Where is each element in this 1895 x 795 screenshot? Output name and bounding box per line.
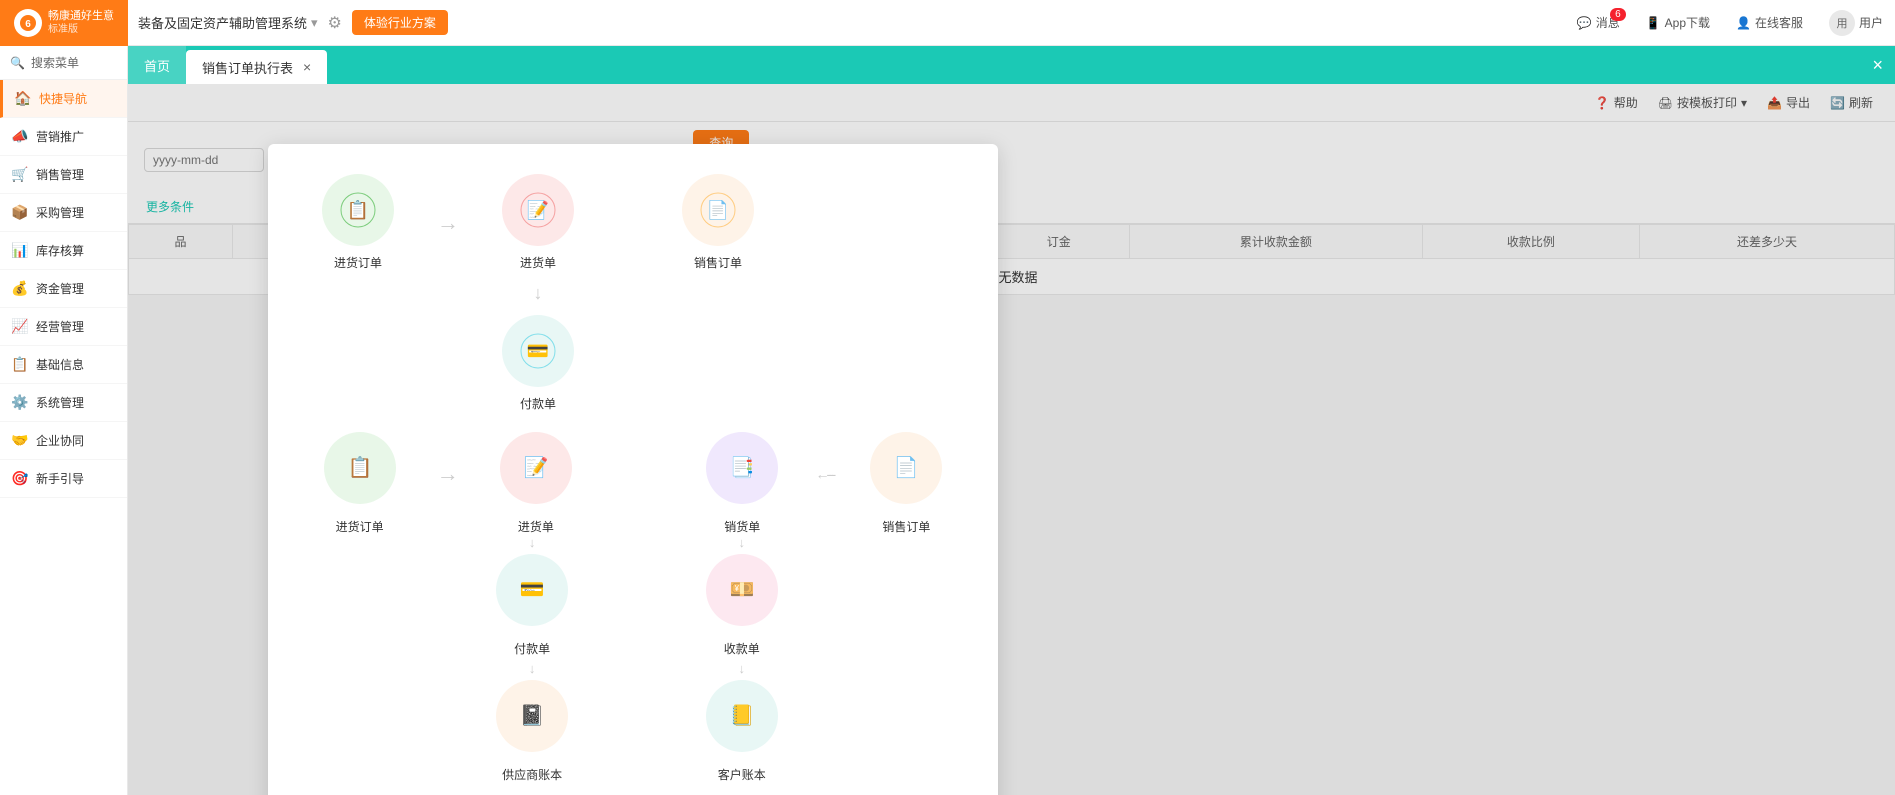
svg-text:📒: 📒 bbox=[729, 704, 754, 727]
tab-order-exec[interactable]: 销售订单执行表 × bbox=[186, 50, 327, 84]
download-icon: 📱 bbox=[1646, 16, 1661, 30]
sales-order-circle[interactable]: 📄 bbox=[682, 174, 754, 246]
operations-icon: 📈 bbox=[12, 319, 28, 335]
sidebar-item-basic-info[interactable]: 📋 基础信息 bbox=[0, 346, 127, 384]
arrow-purchase-order-to-bill: → bbox=[433, 210, 463, 236]
payment-bill-icon-2[interactable]: 💳 bbox=[496, 554, 568, 626]
app-logo-text: 畅康通好生意 标准版 bbox=[48, 9, 114, 36]
online-service-btn[interactable]: 👤 在线客服 bbox=[1736, 14, 1803, 31]
purchase-bill-circle[interactable]: 📝 bbox=[502, 174, 574, 246]
fn-sales-order: 📄 销售订单 bbox=[856, 432, 956, 535]
arrow-down-4: ↓ bbox=[692, 661, 792, 676]
sidebar-item-operations[interactable]: 📈 经营管理 bbox=[0, 308, 127, 346]
sidebar-item-sales[interactable]: 🛒 销售管理 bbox=[0, 156, 127, 194]
dropdown-icon: ▾ bbox=[311, 15, 318, 31]
arrow-down-2: ↓ bbox=[692, 535, 792, 550]
tab-bar-close-btn[interactable]: × bbox=[1872, 55, 1883, 76]
flow-node-purchase-order: 📋 进货订单 bbox=[322, 174, 394, 271]
flow-node-payment-bill: 💳 付款单 bbox=[502, 315, 574, 412]
purchase-icon: 📦 bbox=[12, 205, 28, 221]
enterprise-icon: 🤝 bbox=[12, 433, 28, 449]
page-content: ❓ 帮助 🖨 按模板打印 ▾ 📤 导出 🔄 刷新 bbox=[128, 84, 1895, 795]
svg-text:📋: 📋 bbox=[347, 199, 369, 220]
svg-text:📄: 📄 bbox=[707, 199, 729, 220]
message-badge: 6 bbox=[1610, 8, 1626, 21]
app-download-btn[interactable]: 📱 App下载 bbox=[1646, 14, 1710, 31]
arrow-down-1: ↓ bbox=[482, 535, 582, 550]
message-icon: 💬 bbox=[1577, 16, 1592, 30]
svg-text:📋: 📋 bbox=[347, 455, 372, 479]
fn-purchase-bill: 📝 进货单 bbox=[486, 432, 586, 535]
purchase-order-icon[interactable]: 📋 bbox=[324, 432, 396, 504]
customer-account-icon[interactable]: 📒 bbox=[706, 680, 778, 752]
search-menu-btn[interactable]: 🔍 搜索菜单 bbox=[0, 46, 127, 80]
sales-icon: 🛒 bbox=[12, 167, 28, 183]
svg-text:💴: 💴 bbox=[729, 579, 754, 601]
sidebar-item-system[interactable]: ⚙️ 系统管理 bbox=[0, 384, 127, 422]
fn-supplier-account: 📓 供应商账本 bbox=[482, 680, 582, 783]
sidebar-item-finance[interactable]: 💰 资金管理 bbox=[0, 270, 127, 308]
supplier-account-icon[interactable]: 📓 bbox=[496, 680, 568, 752]
svg-text:📓: 📓 bbox=[520, 704, 545, 727]
flow-node-purchase-bill: 📝 进货单 bbox=[502, 174, 574, 271]
flow-diagram: 📋 进货订单 → 📝 bbox=[298, 432, 968, 783]
flow-node-sales-order: 📄 销售订单 bbox=[682, 174, 754, 271]
fn-receipt-bill: 💴 收款单 bbox=[692, 554, 792, 657]
basic-info-icon: 📋 bbox=[12, 357, 28, 373]
sidebar-item-inventory[interactable]: 📊 库存核算 bbox=[0, 232, 127, 270]
arrow-right-1: → bbox=[433, 461, 463, 487]
svg-text:📝: 📝 bbox=[523, 455, 548, 479]
arrow-down-3: ↓ bbox=[482, 661, 582, 676]
fn-customer-account: 📒 客户账本 bbox=[692, 680, 792, 783]
sidebar-item-quick-nav[interactable]: 🏠 快捷导航 bbox=[0, 80, 127, 118]
purchase-order-circle[interactable]: 📋 bbox=[322, 174, 394, 246]
svg-text:💳: 💳 bbox=[520, 579, 545, 601]
svg-text:6: 6 bbox=[25, 19, 31, 30]
marketing-icon: 📣 bbox=[12, 129, 28, 145]
fn-payment-bill: 💳 付款单 bbox=[482, 554, 582, 657]
dashed-arrow-left: ←- - - bbox=[815, 466, 833, 482]
sales-order-icon[interactable]: 📄 bbox=[870, 432, 942, 504]
user-btn[interactable]: 用 用户 bbox=[1829, 10, 1883, 36]
tab-bar: 首页 销售订单执行表 × × bbox=[128, 46, 1895, 84]
app-logo-icon: 6 bbox=[14, 9, 42, 37]
tab-home[interactable]: 首页 bbox=[128, 46, 186, 84]
sidebar-item-purchase[interactable]: 📦 采购管理 bbox=[0, 194, 127, 232]
sidebar-item-enterprise[interactable]: 🤝 企业协同 bbox=[0, 422, 127, 460]
inventory-icon: 📊 bbox=[12, 243, 28, 259]
purchase-bill-icon[interactable]: 📝 bbox=[500, 432, 572, 504]
service-icon: 👤 bbox=[1736, 16, 1751, 30]
home-icon: 🏠 bbox=[15, 91, 31, 107]
system-title: 装备及固定资产辅助管理系统 bbox=[138, 13, 307, 32]
settings-icon[interactable]: ⚙ bbox=[328, 13, 342, 33]
modal-box: 📋 进货订单 → 📝 进货单 bbox=[268, 144, 998, 795]
avatar: 用 bbox=[1829, 10, 1855, 36]
experience-btn[interactable]: 体验行业方案 bbox=[352, 10, 448, 35]
sidebar-item-marketing[interactable]: 📣 营销推广 bbox=[0, 118, 127, 156]
svg-text:📄: 📄 bbox=[894, 455, 919, 479]
modal-overlay: 📋 进货订单 → 📝 进货单 bbox=[128, 84, 1895, 795]
finance-icon: 💰 bbox=[12, 281, 28, 297]
fn-sales-bill: 📑 销货单 bbox=[692, 432, 792, 535]
sidebar-item-guide[interactable]: 🎯 新手引导 bbox=[0, 460, 127, 498]
flow-node-sales-order-group: 📄 销售订单 bbox=[682, 174, 754, 271]
sales-bill-icon[interactable]: 📑 bbox=[706, 432, 778, 504]
system-title-dropdown[interactable]: 装备及固定资产辅助管理系统 ▾ bbox=[138, 13, 318, 32]
svg-text:💳: 💳 bbox=[527, 341, 549, 361]
system-icon: ⚙️ bbox=[12, 395, 28, 411]
arrow-purchase-bill-down: ↓ bbox=[534, 275, 543, 311]
guide-icon: 🎯 bbox=[12, 471, 28, 487]
fn-purchase-order: 📋 进货订单 bbox=[310, 432, 410, 535]
payment-bill-circle[interactable]: 💳 bbox=[502, 315, 574, 387]
tab-close-icon[interactable]: × bbox=[303, 59, 311, 75]
receipt-bill-icon[interactable]: 💴 bbox=[706, 554, 778, 626]
message-btn[interactable]: 💬 消息 6 bbox=[1577, 14, 1620, 31]
svg-text:📑: 📑 bbox=[730, 455, 755, 479]
search-icon: 🔍 bbox=[10, 56, 25, 70]
svg-text:📝: 📝 bbox=[527, 199, 549, 220]
